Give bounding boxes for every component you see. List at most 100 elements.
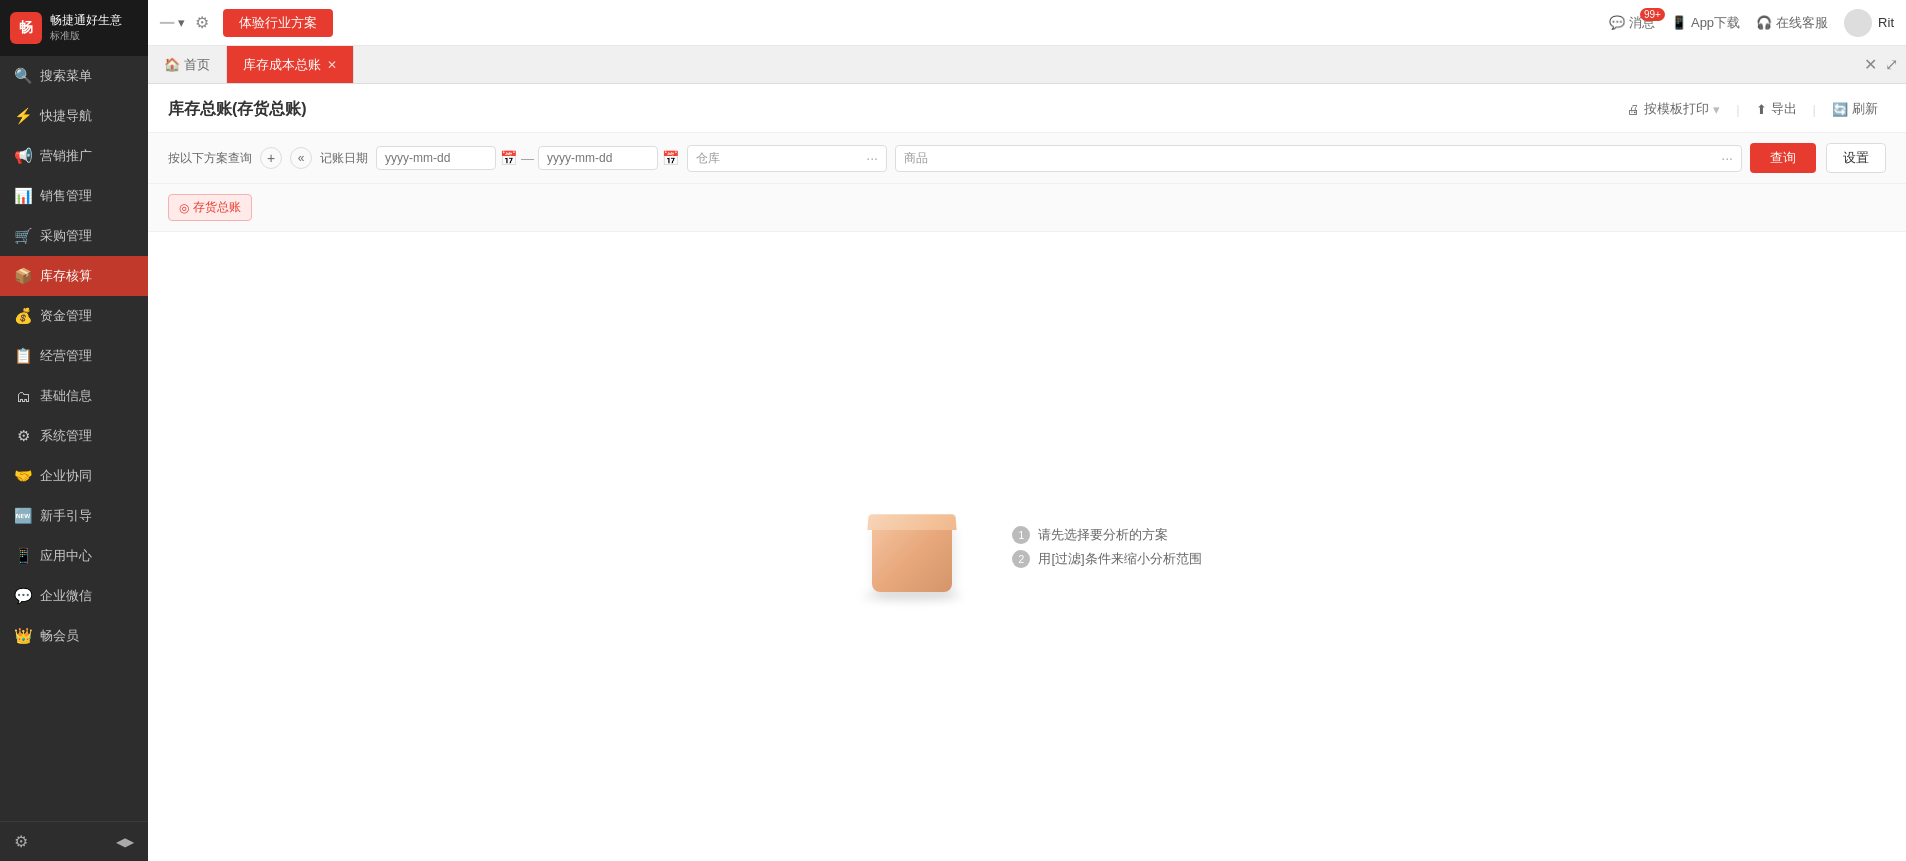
page-title: 库存总账(存货总账) [168,99,307,120]
warehouse-selector[interactable]: 仓库 ··· [687,145,887,172]
empty-hint: 1 请先选择要分析的方案 2 用[过滤]条件来缩小分析范围 [1012,526,1201,568]
export-btn[interactable]: ⬆ 导出 [1748,96,1805,122]
sidebar-label-purchase: 采购管理 [40,227,92,245]
sidebar-icon-inventory: 📦 [14,267,32,285]
sidebar-icon-sales: 📊 [14,187,32,205]
sidebar-label-sales: 销售管理 [40,187,92,205]
sidebar-icon-finance: 💰 [14,307,32,325]
sidebar-item-search[interactable]: 🔍 搜索菜单 [0,56,148,96]
sidebar-label-basic: 基础信息 [40,387,92,405]
trial-btn[interactable]: 体验行业方案 [223,9,333,37]
goods-selector[interactable]: 商品 ··· [895,145,1742,172]
topbar: ━━ ▾ ⚙ 体验行业方案 💬 消息 99+ 📱 App下载 🎧 在线客服 [148,0,1906,46]
sidebar-item-cooperation[interactable]: 🤝 企业协同 [0,456,148,496]
scheme-tag[interactable]: ◎ 存货总账 [168,194,252,221]
sidebar-nav: 🔍 搜索菜单 ⚡ 快捷导航 📢 营销推广 📊 销售管理 🛒 采购管理 📦库存核算 💰 资金管理 📋经营管理… [0,56,148,821]
sidebar-label-apps: 应用中心 [40,547,92,565]
sidebar-label-operations: 经营管理 [40,347,92,365]
sidebar-icon-marketing: 📢 [14,147,32,165]
message-badge: 99+ [1640,8,1665,21]
app-logo: 畅 畅捷通好生意 标准版 [0,0,148,56]
sidebar-item-system[interactable]: ⚙ 系统管理 [0,416,148,456]
hint-num-2: 2 [1012,550,1030,568]
sidebar: 畅 畅捷通好生意 标准版 🔍 搜索菜单 ⚡ 快捷导航 📢 营销推广 📊 销售管理 🛒 采购管理 📦库… [0,0,148,861]
print-icon: 🖨 [1627,102,1640,117]
filter-label: 按以下方案查询 [168,150,252,167]
username: Rit [1878,15,1894,30]
refresh-btn[interactable]: 🔄 刷新 [1824,96,1886,122]
sidebar-label-wechat: 企业微信 [40,587,92,605]
sidebar-item-marketing[interactable]: 📢 营销推广 [0,136,148,176]
sidebar-item-guide[interactable]: 🆕新手引导 [0,496,148,536]
sidebar-icon-purchase: 🛒 [14,227,32,245]
sidebar-label-finance: 资金管理 [40,307,92,325]
sidebar-label-member: 畅会员 [40,627,79,645]
sidebar-icon-cooperation: 🤝 [14,467,32,485]
date-end-input[interactable] [538,146,658,170]
sidebar-item-wechat[interactable]: 💬 企业微信 [0,576,148,616]
message-icon[interactable]: 💬 消息 99+ [1609,14,1655,32]
calendar-end-icon[interactable]: 📅 [662,150,679,166]
tab-close-icon[interactable]: ✕ [327,58,337,72]
sidebar-item-apps[interactable]: 📱 应用中心 [0,536,148,576]
avatar [1844,9,1872,37]
empty-box [872,522,952,592]
date-label: 记账日期 [320,150,368,167]
sidebar-item-operations[interactable]: 📋经营管理 [0,336,148,376]
tab-home[interactable]: 🏠 首页 [148,46,227,83]
settings-btn[interactable]: 设置 [1826,143,1886,173]
app-download[interactable]: 📱 App下载 [1671,14,1740,32]
empty-state: 1 请先选择要分析的方案 2 用[过滤]条件来缩小分析范围 [148,232,1906,861]
sidebar-item-purchase[interactable]: 🛒 采购管理 [0,216,148,256]
sidebar-icon-wechat: 💬 [14,587,32,605]
print-template-btn[interactable]: 🖨 按模板打印 ▾ [1619,96,1728,122]
sidebar-icon-system: ⚙ [14,427,32,445]
tab-inventory-ledger[interactable]: 库存成本总账 ✕ [227,46,354,83]
calendar-start-icon[interactable]: 📅 [500,150,517,166]
sidebar-label-marketing: 营销推广 [40,147,92,165]
breadcrumb-dropdown[interactable]: ▾ [178,15,185,30]
sidebar-item-inventory[interactable]: 📦库存核算 [0,256,148,296]
collapse-icon[interactable]: ◀▶ [116,835,134,849]
goods-more-icon: ··· [1721,150,1733,166]
sidebar-item-member[interactable]: 👑畅会员 [0,616,148,656]
sidebar-item-finance[interactable]: 💰 资金管理 [0,296,148,336]
export-icon: ⬆ [1756,102,1767,117]
topbar-right: 💬 消息 99+ 📱 App下载 🎧 在线客服 Rit [1609,9,1894,37]
settings-icon[interactable]: ⚙ [14,832,28,851]
sidebar-icon-guide: 🆕 [14,507,32,525]
page-header: 库存总账(存货总账) 🖨 按模板打印 ▾ | ⬆ 导出 | 🔄 刷新 [148,84,1906,133]
query-btn[interactable]: 查询 [1750,143,1816,173]
empty-hint-1: 1 请先选择要分析的方案 [1012,526,1201,544]
main-wrapper: ━━ ▾ ⚙ 体验行业方案 💬 消息 99+ 📱 App下载 🎧 在线客服 [148,0,1906,861]
online-service[interactable]: 🎧 在线客服 [1756,14,1828,32]
sidebar-icon-quick-nav: ⚡ [14,107,32,125]
page-body: 库存总账(存货总账) 🖨 按模板打印 ▾ | ⬆ 导出 | 🔄 刷新 [148,84,1906,861]
app-version: 标准版 [50,29,122,43]
sidebar-label-cooperation: 企业协同 [40,467,92,485]
topbar-gear-icon[interactable]: ⚙ [195,13,209,32]
sidebar-label-search: 搜索菜单 [40,67,92,85]
filter-add-btn[interactable]: + [260,147,282,169]
breadcrumb-text: ━━ [160,16,174,30]
panel-close-btn[interactable]: ✕ [1864,55,1877,74]
breadcrumb: ━━ ▾ [160,15,185,30]
sidebar-footer: ⚙ ◀▶ [0,821,148,861]
empty-illustration [852,482,972,602]
sidebar-icon-basic: 🗂 [14,388,32,405]
sidebar-label-quick-nav: 快捷导航 [40,107,92,125]
user-avatar-area[interactable]: Rit [1844,9,1894,37]
sidebar-item-basic[interactable]: 🗂 基础信息 [0,376,148,416]
scheme-tag-icon: ◎ [179,201,189,215]
sidebar-label-system: 系统管理 [40,427,92,445]
panel-resize-btn[interactable]: ⤢ [1885,55,1898,74]
sidebar-icon-apps: 📱 [14,547,32,565]
sidebar-icon-search: 🔍 [14,67,32,85]
sidebar-item-sales[interactable]: 📊 销售管理 [0,176,148,216]
empty-hint-2: 2 用[过滤]条件来缩小分析范围 [1012,550,1201,568]
filter-collapse-btn[interactable]: « [290,147,312,169]
sidebar-item-quick-nav[interactable]: ⚡ 快捷导航 [0,96,148,136]
scheme-panel: ◎ 存货总账 [148,184,1906,232]
hint-num-1: 1 [1012,526,1030,544]
date-start-input[interactable] [376,146,496,170]
